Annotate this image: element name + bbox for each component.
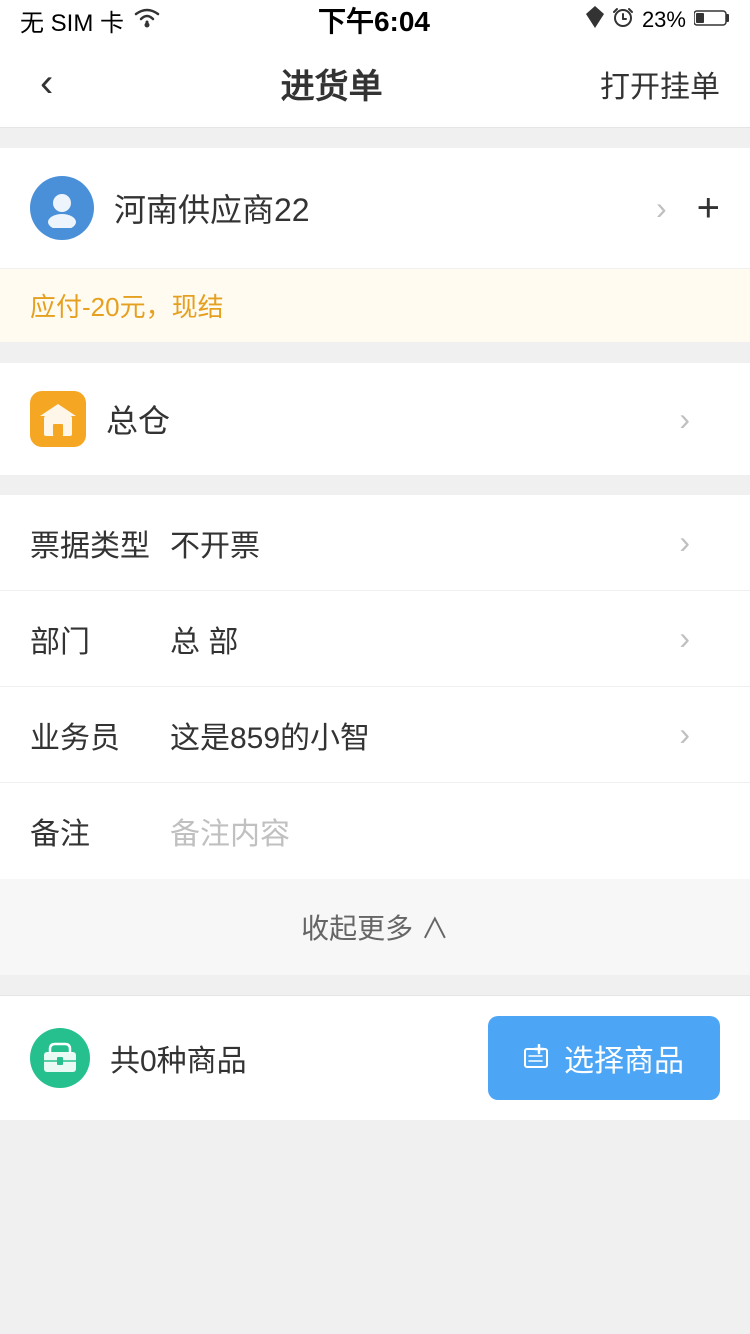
- invoice-label: 票据类型: [30, 521, 170, 565]
- department-row[interactable]: 部门 总 部 ›: [0, 591, 750, 687]
- nav-bar: ‹ 进货单 打开挂单: [0, 40, 750, 128]
- collapse-row[interactable]: 收起更多 ∧: [0, 879, 750, 975]
- salesman-chevron-icon: ›: [679, 716, 690, 753]
- supplier-notice: 应付-20元，现结: [0, 269, 750, 342]
- bottom-bar: 共0种商品 选择商品: [0, 995, 750, 1120]
- select-product-button[interactable]: 选择商品: [488, 1016, 720, 1100]
- warehouse-chevron-icon: ›: [679, 401, 690, 438]
- back-button[interactable]: ‹: [30, 51, 63, 116]
- invoice-chevron-icon: ›: [679, 524, 690, 561]
- warehouse-name: 总仓: [106, 396, 679, 442]
- section-gap-4: [0, 975, 750, 995]
- select-product-label: 选择商品: [564, 1036, 684, 1080]
- product-count: 共0种商品: [110, 1036, 468, 1080]
- salesman-label: 业务员: [30, 713, 170, 757]
- salesman-row[interactable]: 业务员 这是859的小智 ›: [0, 687, 750, 783]
- collapse-label: 收起更多 ∧: [301, 907, 449, 947]
- salesman-value: 这是859的小智: [170, 713, 679, 757]
- warehouse-section[interactable]: 总仓 ›: [0, 362, 750, 475]
- remark-row[interactable]: 备注 备注内容: [0, 783, 750, 879]
- nav-title: 进货单: [281, 59, 383, 108]
- invoice-value: 不开票: [170, 521, 679, 565]
- supplier-name: 河南供应商22: [114, 185, 656, 231]
- remark-label: 备注: [30, 809, 170, 853]
- section-gap-2: [0, 342, 750, 362]
- department-chevron-icon: ›: [679, 620, 690, 657]
- department-value: 总 部: [170, 617, 679, 661]
- location-icon: [586, 6, 604, 34]
- status-bar-time: 下午6:04: [318, 0, 430, 40]
- product-icon: [30, 1028, 90, 1088]
- invoice-row[interactable]: 票据类型 不开票 ›: [0, 495, 750, 591]
- form-section: 票据类型 不开票 › 部门 总 部 › 业务员 这是859的小智 › 备注 备注…: [0, 495, 750, 879]
- status-bar: 无 SIM 卡 下午6:04: [0, 0, 750, 40]
- warehouse-icon: [30, 391, 86, 447]
- open-pending-button[interactable]: 打开挂单: [600, 62, 720, 106]
- carrier-label: 无 SIM 卡: [20, 3, 124, 38]
- supplier-avatar: [30, 176, 94, 240]
- supplier-chevron-icon: ›: [656, 190, 667, 227]
- add-supplier-button[interactable]: +: [697, 186, 720, 231]
- supplier-section: 河南供应商22 › + 应付-20元，现结: [0, 148, 750, 342]
- wifi-icon: [132, 6, 162, 35]
- remark-input[interactable]: 备注内容: [170, 809, 720, 853]
- battery-icon: [694, 7, 730, 33]
- status-bar-right: 23%: [586, 6, 730, 34]
- warehouse-row[interactable]: 总仓 ›: [0, 362, 750, 475]
- section-gap-3: [0, 475, 750, 495]
- section-gap-1: [0, 128, 750, 148]
- status-bar-left: 无 SIM 卡: [20, 3, 162, 38]
- supplier-row[interactable]: 河南供应商22 › +: [0, 148, 750, 269]
- alarm-icon: [612, 6, 634, 34]
- department-label: 部门: [30, 617, 170, 661]
- page: 无 SIM 卡 下午6:04: [0, 0, 750, 1334]
- battery-label: 23%: [642, 7, 686, 33]
